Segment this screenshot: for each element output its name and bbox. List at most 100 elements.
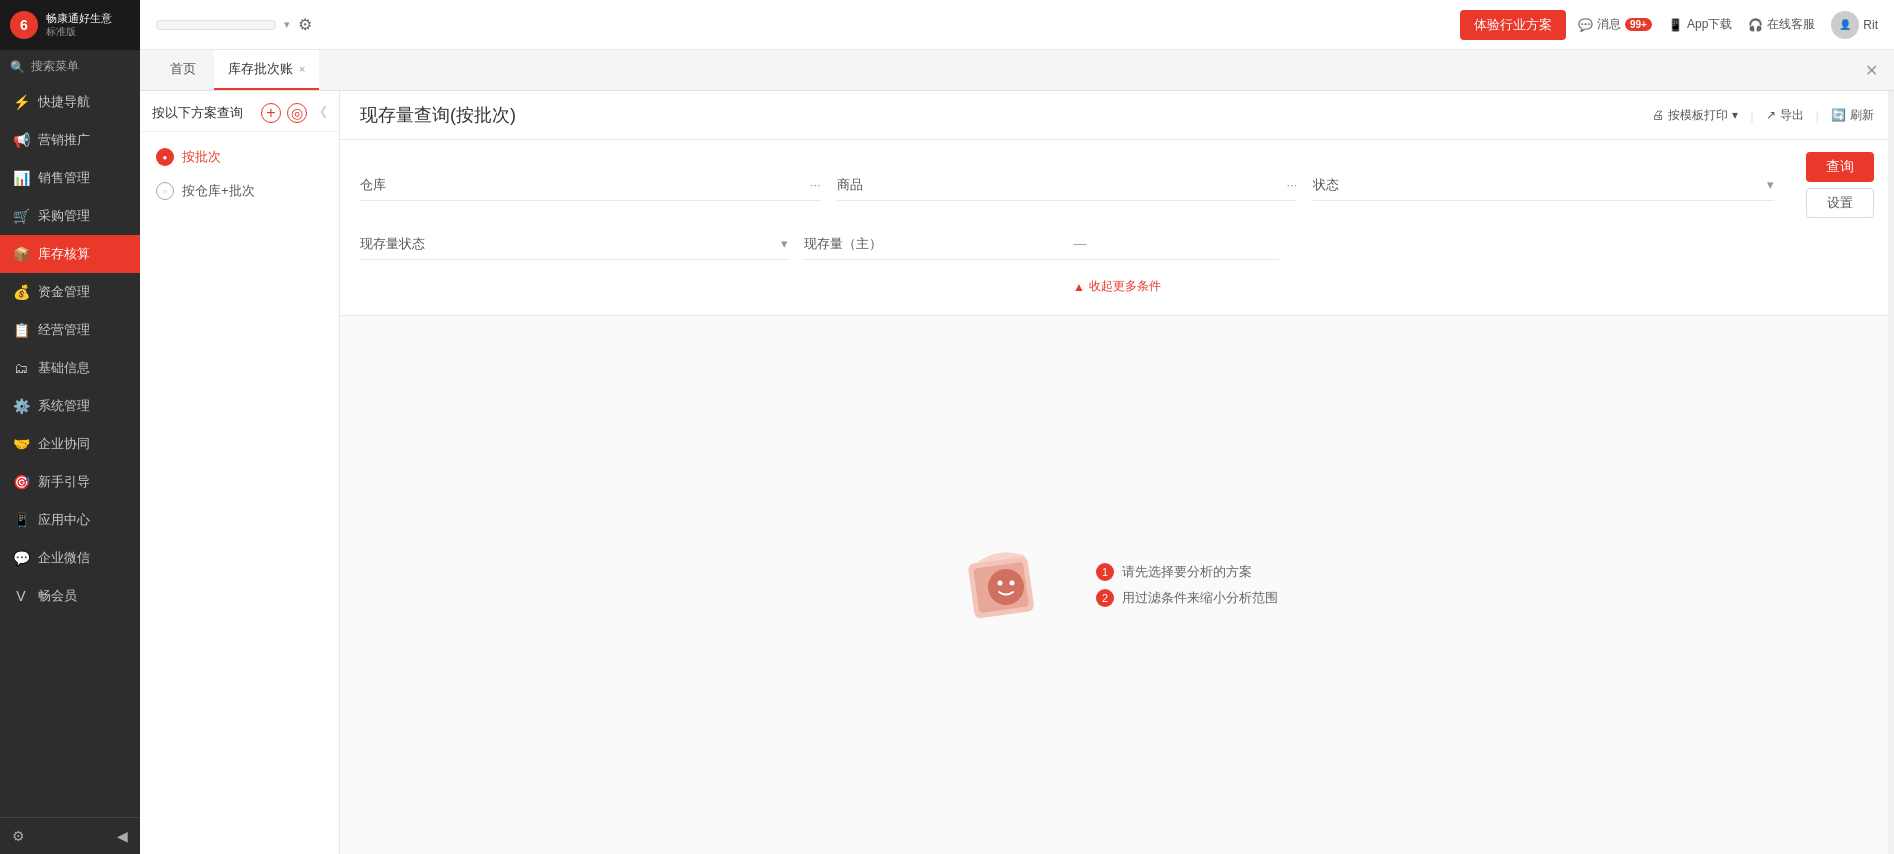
- topbar-right: 💬 消息 99+ 📱 App下载 🎧 在线客服 👤 Rit: [1578, 11, 1878, 39]
- scheme-item-warehouse-batch-label: 按仓库+批次: [182, 182, 255, 200]
- topbar-settings-icon[interactable]: ⚙: [298, 15, 312, 34]
- close-icon: ✕: [1865, 61, 1878, 80]
- collapse-sidebar-icon[interactable]: ◀: [117, 828, 128, 844]
- sidebar-item-basicinfo[interactable]: 🗂 基础信息: [0, 349, 140, 387]
- sidebar-item-quicknav[interactable]: ⚡ 快捷导航: [0, 83, 140, 121]
- sidebar-item-purchase[interactable]: 🛒 采购管理: [0, 197, 140, 235]
- status-input[interactable]: [1373, 173, 1767, 196]
- action-divider-1: |: [1750, 108, 1753, 123]
- trial-button[interactable]: 体验行业方案: [1460, 10, 1566, 40]
- warehouse-more-btn[interactable]: ···: [810, 177, 821, 192]
- sidebar-item-newuser-label: 新手引导: [38, 473, 90, 491]
- print-button[interactable]: 🖨 按模板打印 ▾: [1652, 107, 1738, 124]
- goods-more-btn[interactable]: ···: [1287, 177, 1298, 192]
- settings-footer-icon[interactable]: ⚙: [12, 828, 25, 844]
- svg-point-3: [998, 581, 1003, 586]
- service-icon: 🎧: [1748, 18, 1763, 32]
- refresh-button[interactable]: 🔄 刷新: [1831, 107, 1874, 124]
- tab-home-label: 首页: [170, 60, 196, 78]
- app-title: 畅康通好生意: [46, 11, 112, 25]
- sidebar-item-basicinfo-label: 基础信息: [38, 359, 90, 377]
- tabs-bar: 首页 库存批次账 × ✕: [140, 50, 1894, 91]
- scheme-item-batch-label: 按批次: [182, 148, 221, 166]
- tab-batch-close[interactable]: ×: [299, 63, 305, 75]
- left-panel: 按以下方案查询 + ◎ 《 ● 按批次: [140, 91, 340, 854]
- refresh-icon: 🔄: [1831, 108, 1846, 122]
- message-icon: 💬: [1578, 18, 1593, 32]
- operations-icon: 📋: [12, 321, 30, 339]
- page-actions: 🖨 按模板打印 ▾ | ↗ 导出 | 🔄 刷新: [1652, 107, 1874, 124]
- sidebar-item-marketing[interactable]: 📢 营销推广: [0, 121, 140, 159]
- quicknav-icon: ⚡: [12, 93, 30, 111]
- finance-icon: 💰: [12, 283, 30, 301]
- sidebar-item-marketing-label: 营销推广: [38, 131, 90, 149]
- sidebar-item-newuser[interactable]: 🎯 新手引导: [0, 463, 140, 501]
- goods-input[interactable]: [897, 173, 1287, 196]
- messages-label: 消息: [1597, 16, 1621, 33]
- sidebar-item-purchase-label: 采购管理: [38, 207, 90, 225]
- add-scheme-button[interactable]: +: [261, 103, 281, 123]
- sidebar-item-corpwechat[interactable]: 💬 企业微信: [0, 539, 140, 577]
- sidebar-nav: ⚡ 快捷导航 📢 营销推广 📊 销售管理 🛒 采购管理 📦 库存核算 💰 资金管…: [0, 83, 140, 817]
- phone-icon: 📱: [1668, 18, 1683, 32]
- tip-num-2: 2: [1096, 589, 1114, 607]
- empty-illustration: [956, 535, 1056, 635]
- page-title-bar: 现存量查询(按批次) 🖨 按模板打印 ▾ | ↗ 导出 | 🔄: [340, 91, 1894, 140]
- empty-state-content: 1 请先选择要分析的方案 2 用过滤条件来缩小分析范围: [956, 535, 1278, 635]
- stock-main-from-input[interactable]: [882, 232, 1066, 255]
- stock-status-input[interactable]: [425, 232, 781, 255]
- sidebar-search[interactable]: 🔍 搜索菜单: [0, 50, 140, 83]
- warehouse-filter: 仓库 ···: [360, 169, 821, 201]
- status-arrow-icon[interactable]: ▾: [1767, 177, 1774, 192]
- warehouse-input[interactable]: [420, 173, 810, 196]
- scheme-item-warehouse-batch[interactable]: ○ 按仓库+批次: [140, 174, 339, 208]
- sidebar-item-system-label: 系统管理: [38, 397, 90, 415]
- scheme-icon-red: ●: [156, 148, 174, 166]
- sidebar-item-enterprise[interactable]: 🤝 企业协同: [0, 425, 140, 463]
- online-service-button[interactable]: 🎧 在线客服: [1748, 16, 1815, 33]
- tab-batch[interactable]: 库存批次账 ×: [214, 50, 319, 90]
- set-button[interactable]: 设置: [1806, 188, 1874, 218]
- svg-point-4: [1010, 581, 1015, 586]
- export-button[interactable]: ↗ 导出: [1766, 107, 1804, 124]
- online-service-label: 在线客服: [1767, 16, 1815, 33]
- user-avatar: 👤: [1831, 11, 1859, 39]
- inventory-icon: 📦: [12, 245, 30, 263]
- vip-icon: V: [12, 587, 30, 605]
- stock-main-to-input[interactable]: [1095, 232, 1279, 255]
- topbar: ▾ ⚙ 体验行业方案 💬 消息 99+ 📱 App下载 🎧 在线客服 👤: [140, 0, 1894, 50]
- enterprise-icon: 🤝: [12, 435, 30, 453]
- collapse-panel-button[interactable]: 《: [313, 104, 327, 122]
- sidebar-item-finance-label: 资金管理: [38, 283, 90, 301]
- tip-num-1: 1: [1096, 563, 1114, 581]
- filter-row-2: 现存量状态 ▾ 现存量（主） —: [360, 228, 1874, 260]
- app-download-button[interactable]: 📱 App下载: [1668, 16, 1732, 33]
- print-icon: 🖨: [1652, 108, 1664, 122]
- messages-button[interactable]: 💬 消息 99+: [1578, 16, 1652, 33]
- panel-close-button[interactable]: ✕: [1865, 61, 1878, 80]
- scheme-item-batch[interactable]: ● 按批次: [140, 140, 339, 174]
- sidebar-item-inventory-label: 库存核算: [38, 245, 90, 263]
- topbar-chevron-icon[interactable]: ▾: [284, 18, 290, 31]
- stock-main-label: 现存量（主）: [804, 235, 882, 253]
- user-area[interactable]: 👤 Rit: [1831, 11, 1878, 39]
- sidebar-item-vip[interactable]: V 畅会员: [0, 577, 140, 615]
- collapse-filter-button[interactable]: ▲ 收起更多条件: [360, 270, 1874, 303]
- sidebar-item-inventory[interactable]: 📦 库存核算: [0, 235, 140, 273]
- tab-home[interactable]: 首页: [156, 50, 210, 90]
- tip-text-1: 请先选择要分析的方案: [1122, 563, 1252, 581]
- topbar-search-box[interactable]: [156, 20, 276, 30]
- query-button[interactable]: 查询: [1806, 152, 1874, 182]
- print-arrow-icon: ▾: [1732, 108, 1738, 122]
- sidebar-item-corpwechat-label: 企业微信: [38, 549, 90, 567]
- filter-action-buttons: 查询 设置: [1806, 152, 1874, 218]
- target-scheme-button[interactable]: ◎: [287, 103, 307, 123]
- sidebar-item-operations[interactable]: 📋 经营管理: [0, 311, 140, 349]
- right-scrollbar: [1888, 91, 1894, 854]
- sales-icon: 📊: [12, 169, 30, 187]
- sidebar-item-finance[interactable]: 💰 资金管理: [0, 273, 140, 311]
- sidebar-item-sales[interactable]: 📊 销售管理: [0, 159, 140, 197]
- sidebar-item-system[interactable]: ⚙️ 系统管理: [0, 387, 140, 425]
- sidebar-item-appcenter[interactable]: 📱 应用中心: [0, 501, 140, 539]
- scheme-icon-gray: ○: [156, 182, 174, 200]
